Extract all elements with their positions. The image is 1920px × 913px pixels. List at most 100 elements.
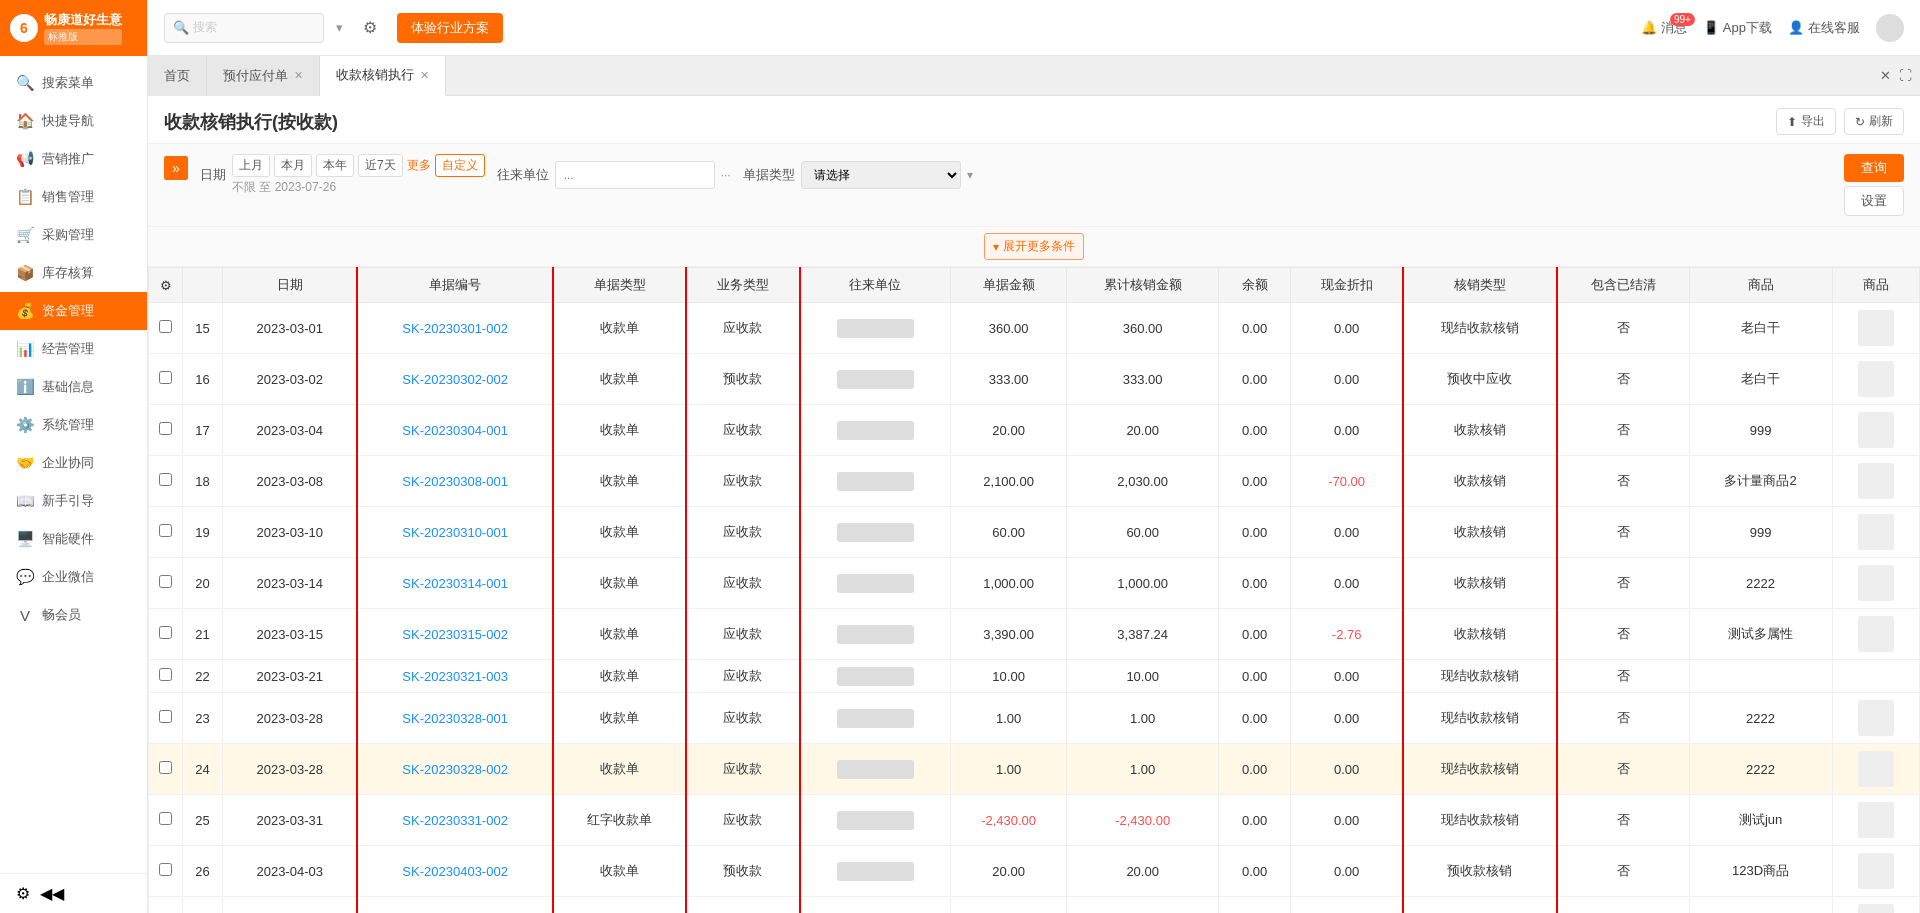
- settings-icon[interactable]: ⚙: [16, 884, 30, 903]
- table-row[interactable]: 22 2023-03-21 SK-20230321-003 收款单 应收款 ██…: [149, 660, 1920, 693]
- date-btn-this-month[interactable]: 本月: [274, 154, 312, 177]
- doc-no-link[interactable]: SK-20230314-001: [402, 576, 508, 591]
- sidebar-item-purchase[interactable]: 🛒采购管理: [0, 216, 147, 254]
- cell-doc-no[interactable]: SK-20230321-003: [357, 660, 552, 693]
- cell-checkbox[interactable]: [149, 795, 183, 846]
- settings-button[interactable]: 设置: [1844, 186, 1904, 216]
- online-support-item[interactable]: 👤 在线客服: [1788, 19, 1860, 37]
- query-button[interactable]: 查询: [1844, 154, 1904, 182]
- date-btn-custom[interactable]: 自定义: [435, 154, 485, 177]
- cell-product: 衣服00001: [1689, 897, 1832, 914]
- table-row[interactable]: 16 2023-03-02 SK-20230302-002 收款单 预收款 ██…: [149, 354, 1920, 405]
- table-row[interactable]: 25 2023-03-31 SK-20230331-002 红字收款单 应收款 …: [149, 795, 1920, 846]
- cell-doc-no[interactable]: SK-20230302-002: [357, 354, 552, 405]
- table-row[interactable]: 15 2023-03-01 SK-20230301-002 收款单 应收款 ██…: [149, 303, 1920, 354]
- topbar-chevron[interactable]: ▾: [336, 20, 343, 35]
- sidebar-item-quick-nav[interactable]: 🏠快捷导航: [0, 102, 147, 140]
- sidebar-item-vip[interactable]: V畅会员: [0, 596, 147, 634]
- sidebar-item-inventory[interactable]: 📦库存核算: [0, 254, 147, 292]
- sidebar-item-enterprise[interactable]: 🤝企业协同: [0, 444, 147, 482]
- cell-checkbox[interactable]: [149, 744, 183, 795]
- user-avatar[interactable]: [1876, 14, 1904, 42]
- tab-close-prepay[interactable]: ✕: [294, 69, 303, 82]
- cell-checkbox[interactable]: [149, 354, 183, 405]
- maximize-icon[interactable]: ⛶: [1899, 68, 1912, 83]
- table-row[interactable]: 26 2023-04-03 SK-20230403-002 收款单 预收款 ██…: [149, 846, 1920, 897]
- sidebar-item-wechat[interactable]: 💬企业微信: [0, 558, 147, 596]
- doc-no-link[interactable]: SK-20230315-002: [402, 627, 508, 642]
- doc-no-link[interactable]: SK-20230308-001: [402, 474, 508, 489]
- topbar-gear-icon[interactable]: ⚙: [355, 13, 385, 43]
- doc-no-link[interactable]: SK-20230321-003: [402, 669, 508, 684]
- cell-doc-no[interactable]: SK-20230403-002: [357, 846, 552, 897]
- sidebar-item-system[interactable]: ⚙️系统管理: [0, 406, 147, 444]
- table-row[interactable]: 18 2023-03-08 SK-20230308-001 收款单 应收款 ██…: [149, 456, 1920, 507]
- cell-checkbox[interactable]: [149, 660, 183, 693]
- table-row[interactable]: 23 2023-03-28 SK-20230328-001 收款单 应收款 ██…: [149, 693, 1920, 744]
- tab-prepay[interactable]: 预付应付单✕: [207, 56, 320, 96]
- cell-checkbox[interactable]: [149, 846, 183, 897]
- date-btn-last-month[interactable]: 上月: [232, 154, 270, 177]
- doc-no-link[interactable]: SK-20230304-001: [402, 423, 508, 438]
- cell-doc-no[interactable]: SK-20230308-001: [357, 456, 552, 507]
- table-row[interactable]: 17 2023-03-04 SK-20230304-001 收款单 应收款 ██…: [149, 405, 1920, 456]
- sidebar-item-basic[interactable]: ℹ️基础信息: [0, 368, 147, 406]
- tab-home[interactable]: 首页: [148, 56, 207, 96]
- filter-toggle-btn[interactable]: »: [164, 156, 188, 180]
- cell-doc-no[interactable]: SK-20230310-001: [357, 507, 552, 558]
- doc-no-link[interactable]: SK-20230302-002: [402, 372, 508, 387]
- refresh-button[interactable]: ↻ 刷新: [1844, 108, 1904, 135]
- doc-no-link[interactable]: SK-20230301-002: [402, 321, 508, 336]
- cell-checkbox[interactable]: [149, 405, 183, 456]
- sidebar-item-marketing[interactable]: 📢营销推广: [0, 140, 147, 178]
- sidebar-item-operations[interactable]: 📊经营管理: [0, 330, 147, 368]
- cell-doc-no[interactable]: SK-20230328-002: [357, 744, 552, 795]
- topbar-search-box[interactable]: 🔍 搜索: [164, 13, 324, 43]
- sidebar-item-search[interactable]: 🔍搜索菜单: [0, 64, 147, 102]
- doc-no-link[interactable]: SK-20230328-002: [402, 762, 508, 777]
- cell-doc-no[interactable]: SK-20230301-002: [357, 303, 552, 354]
- cell-doc-no[interactable]: SK-20230315-002: [357, 609, 552, 660]
- table-row[interactable]: 21 2023-03-15 SK-20230315-002 收款单 应收款 ██…: [149, 609, 1920, 660]
- cell-amount: -2,430.00: [950, 795, 1066, 846]
- cell-doc-no[interactable]: SK-20230328-001: [357, 693, 552, 744]
- table-row[interactable]: 19 2023-03-10 SK-20230310-001 收款单 应收款 ██…: [149, 507, 1920, 558]
- partner-input[interactable]: [555, 161, 715, 189]
- cell-doc-no[interactable]: SK-20230408-001: [357, 897, 552, 914]
- sidebar-item-finance[interactable]: 💰资金管理: [0, 292, 147, 330]
- expand-btn[interactable]: ▾ 展开更多条件: [984, 233, 1084, 260]
- doc-no-link[interactable]: SK-20230310-001: [402, 525, 508, 540]
- date-more[interactable]: 更多: [407, 157, 431, 174]
- app-download-item[interactable]: 📱 App下载: [1703, 19, 1772, 37]
- cell-checkbox[interactable]: [149, 609, 183, 660]
- cell-checkbox[interactable]: [149, 456, 183, 507]
- collapse-icon[interactable]: ◀◀: [40, 884, 64, 903]
- tab-receipt-cancel[interactable]: 收款核销执行✕: [320, 56, 446, 96]
- notification-item[interactable]: 🔔 消息 99+: [1641, 19, 1687, 37]
- cell-checkbox[interactable]: [149, 693, 183, 744]
- cell-checkbox[interactable]: [149, 558, 183, 609]
- cell-doc-no[interactable]: SK-20230331-002: [357, 795, 552, 846]
- cell-checkbox[interactable]: [149, 303, 183, 354]
- sidebar-item-guide[interactable]: 📖新手引导: [0, 482, 147, 520]
- doctype-select[interactable]: 请选择: [801, 161, 961, 189]
- sidebar-item-sales[interactable]: 📋销售管理: [0, 178, 147, 216]
- close-all-icon[interactable]: ✕: [1880, 68, 1891, 83]
- export-button[interactable]: ⬆ 导出: [1776, 108, 1836, 135]
- date-btn-this-year[interactable]: 本年: [316, 154, 354, 177]
- sidebar-item-hardware[interactable]: 🖥️智能硬件: [0, 520, 147, 558]
- cell-checkbox[interactable]: [149, 897, 183, 914]
- table-row[interactable]: 20 2023-03-14 SK-20230314-001 收款单 应收款 ██…: [149, 558, 1920, 609]
- cell-doc-no[interactable]: SK-20230304-001: [357, 405, 552, 456]
- cell-doc-no[interactable]: SK-20230314-001: [357, 558, 552, 609]
- doc-no-link[interactable]: SK-20230328-001: [402, 711, 508, 726]
- doc-no-link[interactable]: SK-20230331-002: [402, 813, 508, 828]
- industry-btn[interactable]: 体验行业方案: [397, 13, 503, 43]
- tab-close-receipt-cancel[interactable]: ✕: [420, 69, 429, 82]
- table-row[interactable]: 24 2023-03-28 SK-20230328-002 收款单 应收款 ██…: [149, 744, 1920, 795]
- cell-checkbox[interactable]: [149, 507, 183, 558]
- doc-no-link[interactable]: SK-20230403-002: [402, 864, 508, 879]
- col-cancel-amount: 累计核销金额: [1067, 268, 1219, 303]
- table-row[interactable]: 27 2023-04-08 SK-20230408-001 收款单 应收款 ██…: [149, 897, 1920, 914]
- date-btn-7days[interactable]: 近7天: [358, 154, 403, 177]
